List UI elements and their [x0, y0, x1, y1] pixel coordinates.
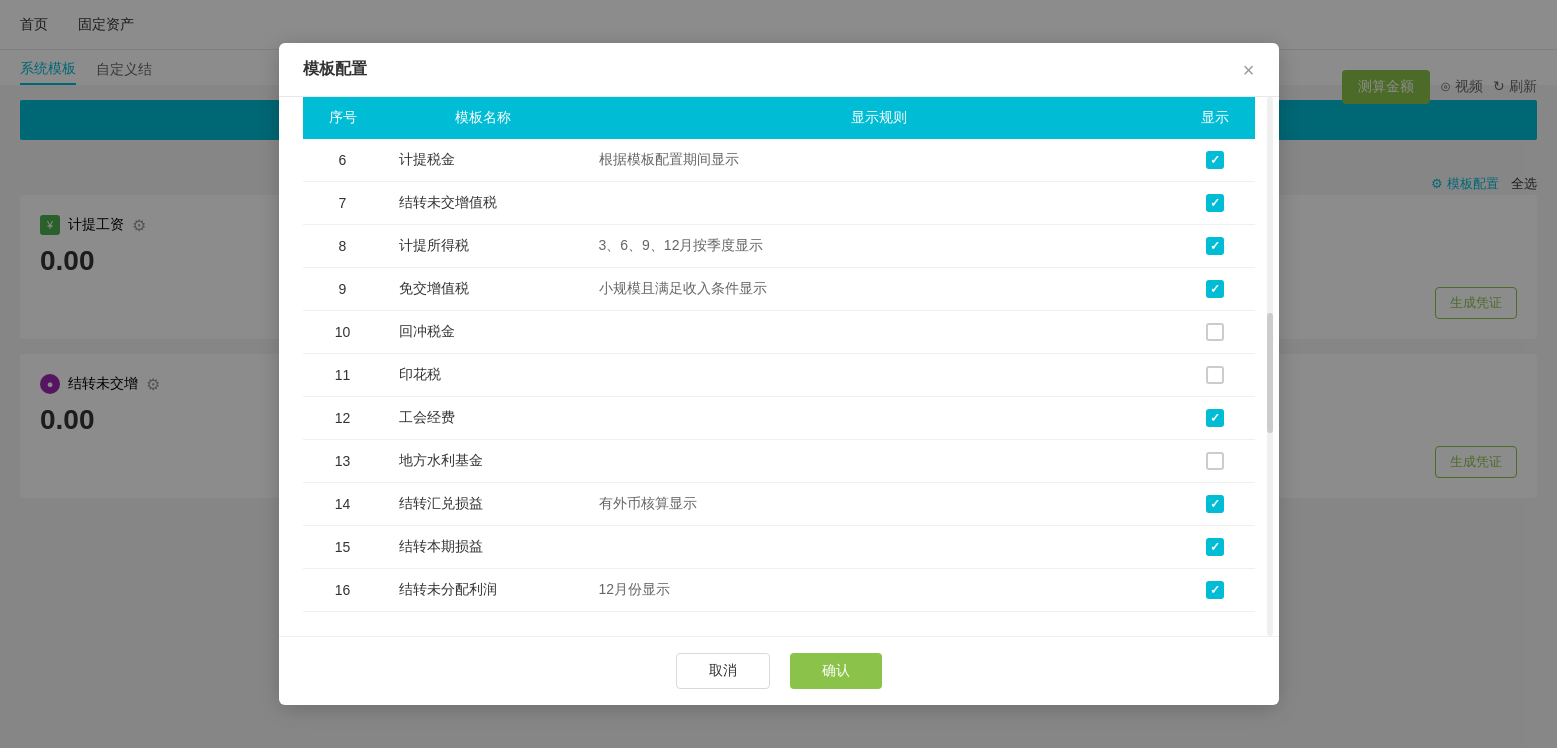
checkbox-row-16[interactable] — [1206, 581, 1224, 599]
cell-id: 11 — [303, 354, 383, 397]
confirm-button[interactable]: 确认 — [790, 653, 882, 689]
dialog-header: 模板配置 × — [279, 43, 1279, 97]
checkbox-row-12[interactable] — [1206, 409, 1224, 427]
col-header-rule: 显示规则 — [583, 97, 1175, 139]
table-row: 6计提税金根据模板配置期间显示 — [303, 139, 1255, 182]
cell-id: 13 — [303, 440, 383, 483]
cell-name: 工会经费 — [383, 397, 583, 440]
scrollbar-thumb[interactable] — [1267, 313, 1273, 433]
cell-id: 10 — [303, 311, 383, 354]
checkbox-row-11[interactable] — [1206, 366, 1224, 384]
cell-checkbox — [1175, 354, 1255, 397]
table-row: 11印花税 — [303, 354, 1255, 397]
cell-rule — [583, 354, 1175, 397]
template-config-dialog: 模板配置 × 序号 模板名称 显示规则 显示 6计提税金根据模板配置期间显示7结… — [279, 43, 1279, 705]
checkbox-row-7[interactable] — [1206, 194, 1224, 212]
cell-name: 回冲税金 — [383, 311, 583, 354]
table-row: 14结转汇兑损益有外币核算显示 — [303, 483, 1255, 526]
cell-rule — [583, 311, 1175, 354]
cell-name: 免交增值税 — [383, 268, 583, 311]
cell-checkbox — [1175, 440, 1255, 483]
cell-name: 结转未交增值税 — [383, 182, 583, 225]
cell-name: 地方水利基金 — [383, 440, 583, 483]
cell-rule — [583, 182, 1175, 225]
cell-checkbox — [1175, 268, 1255, 311]
cell-id: 9 — [303, 268, 383, 311]
cell-id: 15 — [303, 526, 383, 569]
scrollbar-track — [1267, 97, 1273, 636]
col-header-id: 序号 — [303, 97, 383, 139]
checkbox-row-9[interactable] — [1206, 280, 1224, 298]
table-row: 9免交增值税小规模且满足收入条件显示 — [303, 268, 1255, 311]
checkbox-row-13[interactable] — [1206, 452, 1224, 470]
cell-checkbox — [1175, 526, 1255, 569]
cell-checkbox — [1175, 569, 1255, 612]
cell-name: 结转未分配利润 — [383, 569, 583, 612]
table-row: 15结转本期损益 — [303, 526, 1255, 569]
checkbox-row-6[interactable] — [1206, 151, 1224, 169]
cell-checkbox — [1175, 483, 1255, 526]
col-header-show: 显示 — [1175, 97, 1255, 139]
cell-id: 12 — [303, 397, 383, 440]
checkbox-row-10[interactable] — [1206, 323, 1224, 341]
table-row: 7结转未交增值税 — [303, 182, 1255, 225]
cell-checkbox — [1175, 225, 1255, 268]
cell-rule — [583, 397, 1175, 440]
dialog-close-button[interactable]: × — [1243, 60, 1255, 80]
cell-checkbox — [1175, 311, 1255, 354]
dialog-body: 序号 模板名称 显示规则 显示 6计提税金根据模板配置期间显示7结转未交增值税8… — [279, 97, 1279, 636]
dialog-title: 模板配置 — [303, 59, 367, 80]
cell-id: 14 — [303, 483, 383, 526]
modal-overlay[interactable]: 模板配置 × 序号 模板名称 显示规则 显示 6计提税金根据模板配置期间显示7结… — [0, 0, 1557, 748]
cell-rule — [583, 526, 1175, 569]
cell-name: 结转汇兑损益 — [383, 483, 583, 526]
cell-id: 8 — [303, 225, 383, 268]
cell-rule — [583, 440, 1175, 483]
checkbox-row-15[interactable] — [1206, 538, 1224, 556]
cell-name: 计提所得税 — [383, 225, 583, 268]
col-header-name: 模板名称 — [383, 97, 583, 139]
cell-id: 16 — [303, 569, 383, 612]
cell-name: 印花税 — [383, 354, 583, 397]
table-row: 13地方水利基金 — [303, 440, 1255, 483]
cell-rule: 3、6、9、12月按季度显示 — [583, 225, 1175, 268]
cancel-button[interactable]: 取消 — [676, 653, 770, 689]
table-row: 10回冲税金 — [303, 311, 1255, 354]
cell-rule: 根据模板配置期间显示 — [583, 139, 1175, 182]
table-row: 16结转未分配利润12月份显示 — [303, 569, 1255, 612]
cell-checkbox — [1175, 139, 1255, 182]
cell-id: 6 — [303, 139, 383, 182]
cell-checkbox — [1175, 182, 1255, 225]
checkbox-row-14[interactable] — [1206, 495, 1224, 513]
table-row: 8计提所得税3、6、9、12月按季度显示 — [303, 225, 1255, 268]
dialog-footer: 取消 确认 — [279, 636, 1279, 705]
cell-name: 计提税金 — [383, 139, 583, 182]
config-table: 序号 模板名称 显示规则 显示 6计提税金根据模板配置期间显示7结转未交增值税8… — [303, 97, 1255, 612]
cell-id: 7 — [303, 182, 383, 225]
cell-name: 结转本期损益 — [383, 526, 583, 569]
cell-rule: 有外币核算显示 — [583, 483, 1175, 526]
checkbox-row-8[interactable] — [1206, 237, 1224, 255]
cell-rule: 12月份显示 — [583, 569, 1175, 612]
cell-rule: 小规模且满足收入条件显示 — [583, 268, 1175, 311]
cell-checkbox — [1175, 397, 1255, 440]
table-row: 12工会经费 — [303, 397, 1255, 440]
